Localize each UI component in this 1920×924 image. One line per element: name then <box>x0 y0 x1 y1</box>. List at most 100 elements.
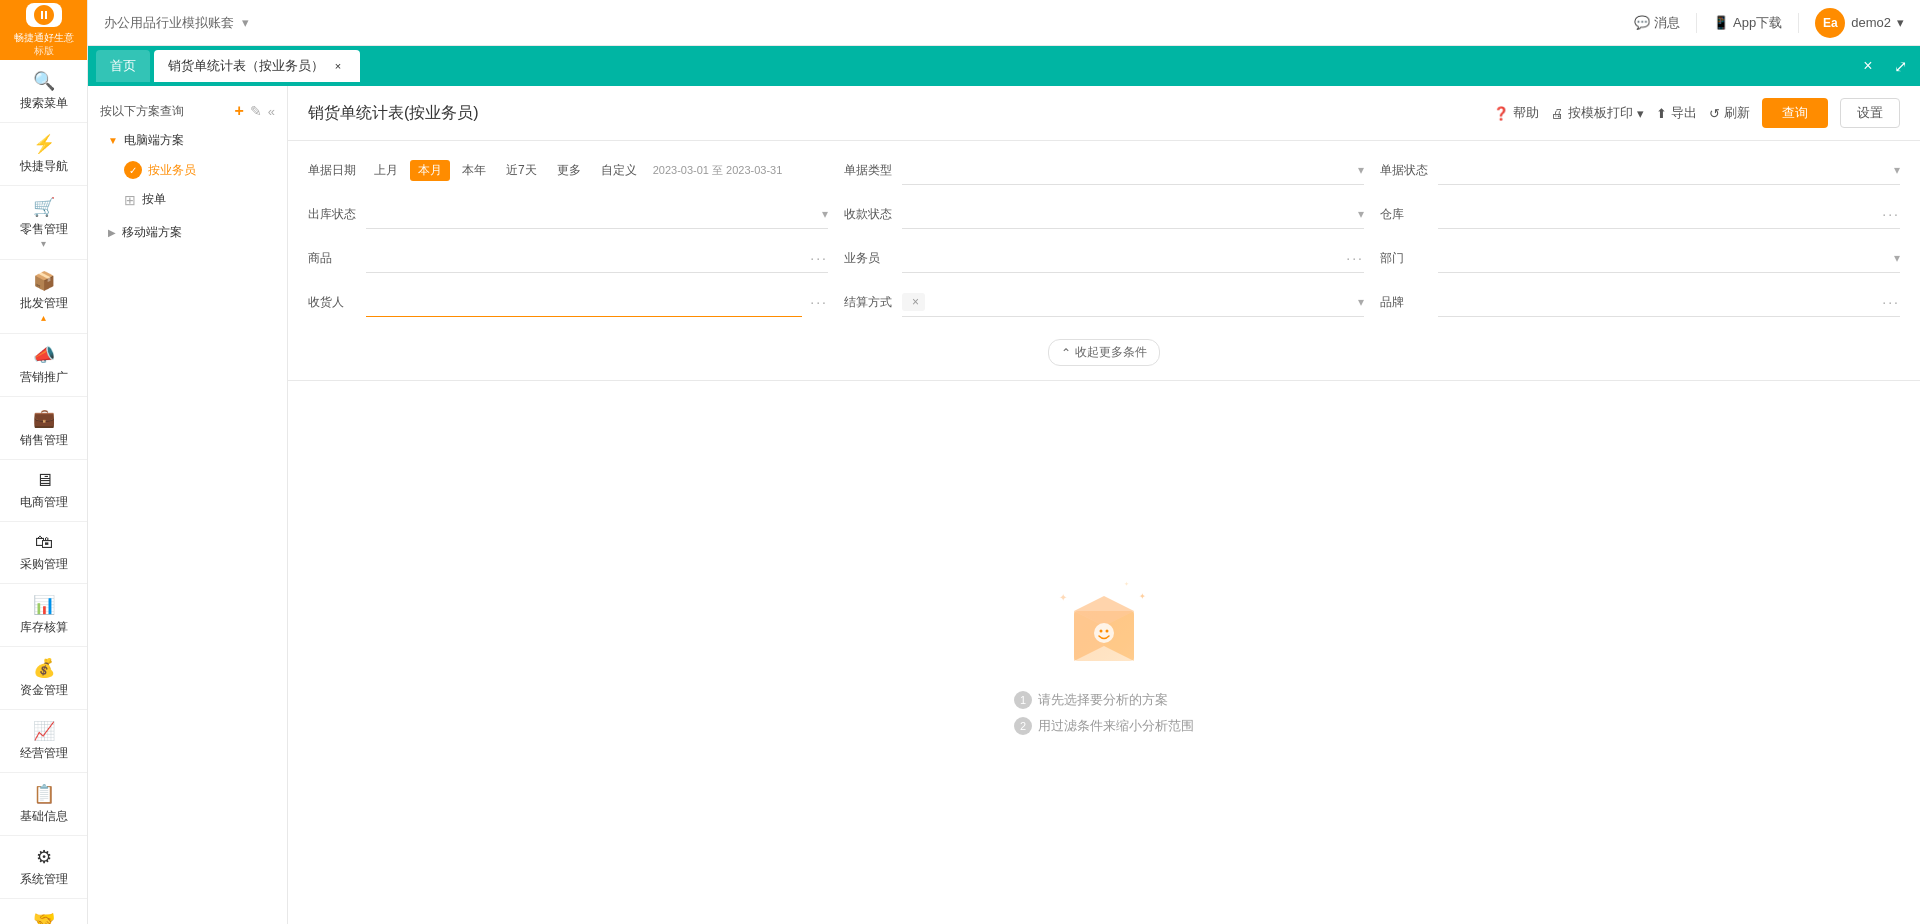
tree-item-by-order[interactable]: ⊞ 按单 <box>116 185 287 214</box>
tree-item-salesperson[interactable]: ✓ 按业务员 <box>116 155 287 185</box>
tab-active[interactable]: 销货单统计表（按业务员） × <box>154 50 360 82</box>
empty-hint-1: 1 请先选择要分析的方案 <box>1014 691 1194 709</box>
sidebar: 畅捷通好生意 标版 🔍 搜索菜单 ⚡ 快捷导航 🛒 零售管理 ▾ 📦 批发管理 … <box>0 0 88 924</box>
left-panel: 按以下方案查询 + ✎ « ▼ 电脑端方案 ✓ 按业务员 ⊞ 按单 <box>88 86 288 924</box>
app-download-button[interactable]: 📱 App下载 <box>1713 14 1782 32</box>
date-filter: 上月 本月 本年 近7天 更多 自定义 2023-03-01 至 2023-03… <box>366 160 828 181</box>
edit-scheme-button[interactable]: ✎ <box>250 103 262 119</box>
tab-bar: 首页 销货单统计表（按业务员） × × ⤢ <box>88 46 1920 86</box>
tree-arrow-mobile: ▶ <box>108 227 116 238</box>
salesperson-select[interactable] <box>902 243 1364 273</box>
product-select[interactable] <box>366 243 828 273</box>
sidebar-label-basic: 基础信息 <box>20 808 68 825</box>
date-tab-this-month[interactable]: 本月 <box>410 160 450 181</box>
receipt-status-select[interactable] <box>902 199 1364 229</box>
collapse-button[interactable]: ⌃ 收起更多条件 <box>1048 339 1160 366</box>
system-icon: ⚙ <box>36 846 52 868</box>
filter-date: 单据日期 上月 本月 本年 近7天 更多 自定义 2023-03-01 至 20… <box>308 160 828 181</box>
sidebar-item-sales[interactable]: 💼 销售管理 <box>0 397 87 460</box>
out-status-select[interactable] <box>366 199 828 229</box>
brand-dots[interactable] <box>1882 294 1900 310</box>
date-tab-last-month[interactable]: 上月 <box>366 160 406 181</box>
filter-warehouse: 仓库 <box>1380 199 1900 229</box>
user-info[interactable]: Ea demo2 ▾ <box>1815 8 1904 38</box>
sidebar-item-operations[interactable]: 📈 经营管理 <box>0 710 87 773</box>
sidebar-item-retail[interactable]: 🛒 零售管理 ▾ <box>0 186 87 260</box>
doc-type-select[interactable] <box>902 155 1364 185</box>
doc-status-label: 单据状态 <box>1380 162 1430 179</box>
filter-row-2: 出库状态 收款状态 仓库 <box>308 199 1900 229</box>
wholesale-icon: 📦 <box>33 270 55 292</box>
filter-row-1: 单据日期 上月 本月 本年 近7天 更多 自定义 2023-03-01 至 20… <box>308 155 1900 185</box>
finance-icon: 💰 <box>33 657 55 679</box>
sidebar-item-enterprise[interactable]: 🤝 企业协同 <box>0 899 87 924</box>
expand-button[interactable]: ⤢ <box>1888 54 1912 78</box>
divider <box>1696 13 1697 33</box>
quick-icon: ⚡ <box>33 133 55 155</box>
sidebar-label-quick: 快捷导航 <box>20 158 68 175</box>
sidebar-item-marketing[interactable]: 📣 营销推广 <box>0 334 87 397</box>
app-download-label: App下载 <box>1733 14 1782 32</box>
panel-title: 按以下方案查询 <box>100 103 184 120</box>
tab-home[interactable]: 首页 <box>96 50 150 82</box>
date-tab-more[interactable]: 更多 <box>549 160 589 181</box>
settlement-select[interactable]: × <box>902 287 1364 317</box>
date-range: 2023-03-01 至 2023-03-31 <box>653 163 783 178</box>
sidebar-item-wholesale[interactable]: 📦 批发管理 ▴ <box>0 260 87 334</box>
date-tab-this-year[interactable]: 本年 <box>454 160 494 181</box>
close-window-button[interactable]: × <box>1856 54 1880 78</box>
help-button[interactable]: ❓ 帮助 <box>1493 104 1539 122</box>
export-button[interactable]: ⬆ 导出 <box>1656 104 1697 122</box>
date-tab-7days[interactable]: 近7天 <box>498 160 545 181</box>
sidebar-item-purchase[interactable]: 🛍 采购管理 <box>0 522 87 584</box>
receiver-label: 收货人 <box>308 294 358 311</box>
brand-label: 品牌 <box>1380 294 1430 311</box>
date-tab-custom[interactable]: 自定义 <box>593 160 645 181</box>
collapse-panel-button[interactable]: « <box>268 104 275 119</box>
sidebar-item-stock[interactable]: 📊 库存核算 <box>0 584 87 647</box>
sidebar-item-finance[interactable]: 💰 资金管理 <box>0 647 87 710</box>
sidebar-item-search[interactable]: 🔍 搜索菜单 <box>0 60 87 123</box>
empty-hint-2: 2 用过滤条件来缩小分析范围 <box>1014 717 1194 735</box>
sidebar-item-basic[interactable]: 📋 基础信息 <box>0 773 87 836</box>
sidebar-item-system[interactable]: ⚙ 系统管理 <box>0 836 87 899</box>
sidebar-label-marketing: 营销推广 <box>20 369 68 386</box>
settings-button[interactable]: 设置 <box>1840 98 1900 128</box>
tree-section-mobile[interactable]: ▶ 移动端方案 <box>88 218 287 247</box>
operations-icon: 📈 <box>33 720 55 742</box>
settlement-label: 结算方式 <box>844 294 894 311</box>
sidebar-label-finance: 资金管理 <box>20 682 68 699</box>
enterprise-icon: 🤝 <box>33 909 55 924</box>
tree-section-pc[interactable]: ▼ 电脑端方案 <box>88 126 287 155</box>
receiver-input[interactable] <box>366 287 802 317</box>
doc-type-chevron <box>1358 163 1364 177</box>
warehouse-select[interactable] <box>1438 199 1900 229</box>
print-label: 按模板打印 <box>1568 104 1633 122</box>
filter-product: 商品 <box>308 243 828 273</box>
print-button[interactable]: 🖨 按模板打印 ▾ <box>1551 104 1644 122</box>
sidebar-item-ecommerce[interactable]: 🖥 电商管理 <box>0 460 87 522</box>
product-dots[interactable] <box>810 250 828 266</box>
svg-point-6 <box>1106 629 1109 632</box>
username: demo2 <box>1851 15 1891 30</box>
collapse-label: 收起更多条件 <box>1075 344 1147 361</box>
message-button[interactable]: 💬 消息 <box>1634 14 1680 32</box>
tab-close-button[interactable]: × <box>330 58 346 74</box>
doc-status-select[interactable] <box>1438 155 1900 185</box>
receiver-dots[interactable] <box>810 294 828 310</box>
warehouse-dots[interactable] <box>1882 206 1900 222</box>
download-icon: 📱 <box>1713 15 1729 30</box>
collapse-row: ⌃ 收起更多条件 <box>308 331 1900 366</box>
settlement-remove-button[interactable]: × <box>912 295 919 309</box>
filter-doc-type: 单据类型 <box>844 155 1364 185</box>
refresh-icon: ↺ <box>1709 106 1720 121</box>
query-button[interactable]: 查询 <box>1762 98 1828 128</box>
user-chevron: ▾ <box>1897 15 1904 30</box>
brand-select[interactable] <box>1438 287 1900 317</box>
receipt-status-label: 收款状态 <box>844 206 894 223</box>
sidebar-item-quick[interactable]: ⚡ 快捷导航 <box>0 123 87 186</box>
refresh-button[interactable]: ↺ 刷新 <box>1709 104 1750 122</box>
department-select[interactable] <box>1438 243 1900 273</box>
salesperson-dots[interactable] <box>1346 250 1364 266</box>
add-scheme-button[interactable]: + <box>234 102 243 120</box>
